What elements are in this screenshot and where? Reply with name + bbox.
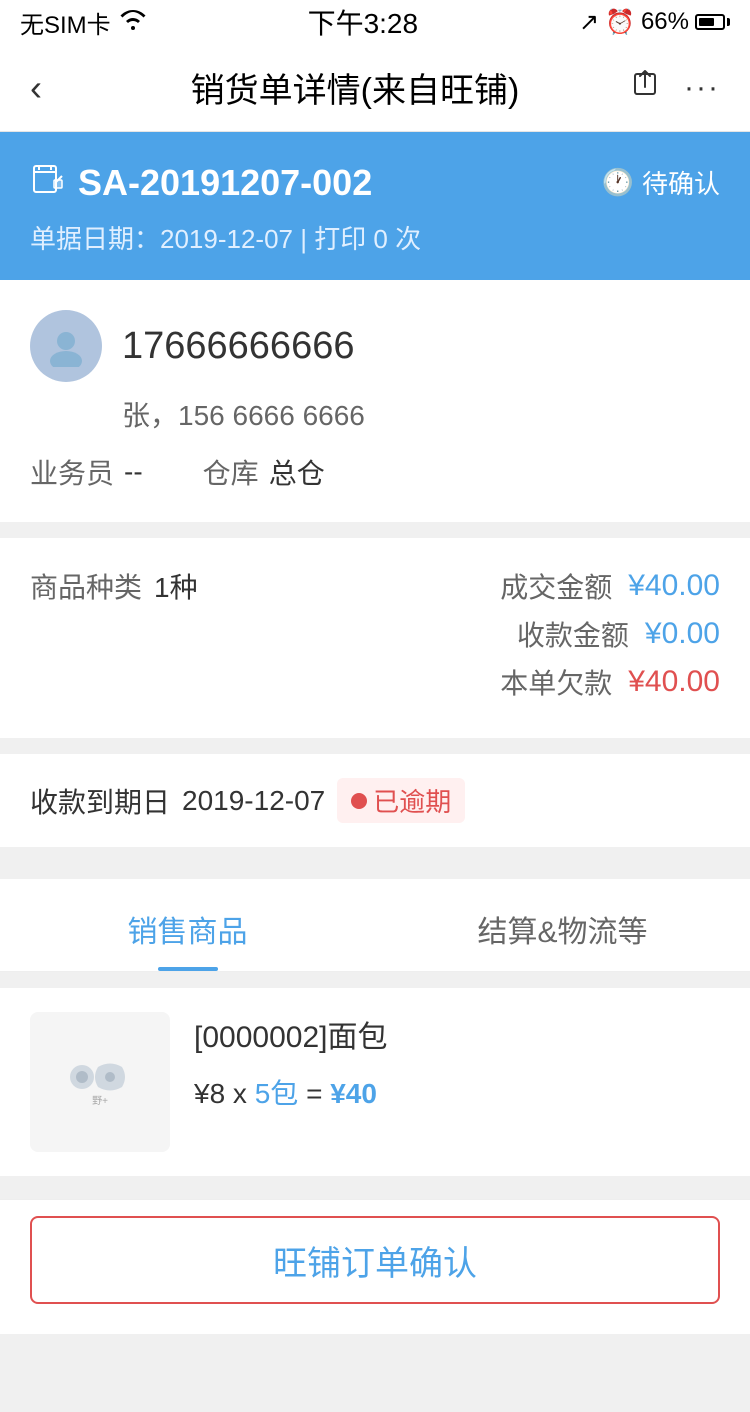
order-header: SA-20191207-002 🕐 待确认 单据日期：2019-12-07 | … (0, 132, 750, 280)
customer-section: 17666666666 张，156 6666 6666 业务员 -- 仓库 总仓 (0, 280, 750, 522)
salesperson-value: -- (124, 456, 143, 488)
svg-text:野+: 野+ (92, 1095, 108, 1107)
product-image: 野+ (30, 1012, 170, 1152)
transaction-value: ¥40.00 (628, 569, 720, 603)
received-row: 收款金额 ¥0.00 (500, 614, 720, 654)
order-status: 🕐 待确认 (602, 164, 720, 201)
battery-percent: 66% (641, 8, 689, 36)
overdue-text: 已逾期 (373, 782, 451, 819)
order-id: SA-20191207-002 (30, 160, 372, 205)
page-title: 销货单详情(来自旺铺) (90, 63, 620, 112)
due-date-label: 收款到期日 (30, 781, 170, 821)
price-total: ¥40 (330, 1078, 377, 1109)
product-types-label: 商品种类 (30, 566, 142, 606)
status-bar: 无SIM卡 下午3:28 ↗ ⏰ 66% (0, 0, 750, 44)
warehouse-label: 仓库 (203, 452, 259, 492)
location-icon: ↗ (579, 8, 599, 37)
product-name: [0000002]面包 (194, 1012, 720, 1056)
warehouse-item: 仓库 总仓 (203, 452, 325, 492)
summary-section: 商品种类 1种 成交金额 ¥40.00 收款金额 ¥0.00 本单欠款 ¥40.… (0, 538, 750, 738)
received-label: 收款金额 (517, 614, 629, 654)
more-icon[interactable]: ··· (684, 71, 720, 105)
salesperson-item: 业务员 -- (30, 452, 143, 492)
received-value: ¥0.00 (645, 617, 720, 651)
carrier-text: 无SIM卡 (20, 5, 111, 40)
nav-bar: ‹ 销货单详情(来自旺铺) ··· (0, 44, 750, 132)
transaction-row: 成交金额 ¥40.00 (500, 566, 720, 606)
order-icon (30, 160, 66, 205)
status-time: 下午3:28 (308, 2, 419, 42)
product-types-value: 1种 (154, 566, 198, 606)
product-types-row: 商品种类 1种 (30, 566, 198, 606)
tab-sales[interactable]: 销售商品 (0, 879, 375, 971)
back-button[interactable]: ‹ (30, 67, 90, 109)
product-price: ¥8 x 5包 = ¥40 (194, 1072, 720, 1112)
transaction-label: 成交金额 (500, 566, 612, 606)
alarm-icon: ⏰ (605, 8, 635, 37)
clock-icon: 🕐 (602, 167, 634, 198)
avatar (30, 310, 102, 382)
share-icon[interactable] (630, 69, 660, 107)
customer-meta: 业务员 -- 仓库 总仓 (30, 452, 720, 492)
confirm-order-button[interactable]: 旺铺订单确认 (30, 1216, 720, 1304)
summary-right: 成交金额 ¥40.00 收款金额 ¥0.00 本单欠款 ¥40.00 (500, 566, 720, 710)
battery-icon (695, 14, 730, 30)
customer-phone: 17666666666 (122, 325, 354, 368)
status-left: 无SIM卡 (20, 5, 147, 40)
overdue-badge: 已逾期 (337, 778, 465, 823)
nav-actions: ··· (620, 69, 720, 107)
salesperson-label: 业务员 (30, 452, 114, 492)
price-base: ¥8 x (194, 1078, 247, 1109)
wifi-icon (119, 8, 147, 37)
price-equals: = (306, 1078, 322, 1109)
summary-left: 商品种类 1种 (30, 566, 198, 606)
order-date: 单据日期：2019-12-07 | 打印 0 次 (30, 219, 720, 256)
due-section: 收款到期日 2019-12-07 已逾期 (0, 754, 750, 847)
product-info: [0000002]面包 ¥8 x 5包 = ¥40 (194, 1012, 720, 1112)
customer-name: 张，156 6666 6666 (30, 394, 720, 434)
product-item: 野+ [0000002]面包 ¥8 x 5包 = ¥40 (0, 988, 750, 1176)
tabs: 销售商品 结算&物流等 (0, 879, 750, 972)
bottom-bar: 旺铺订单确认 (0, 1199, 750, 1334)
balance-row: 本单欠款 ¥40.00 (500, 662, 720, 702)
overdue-dot-icon (351, 793, 367, 809)
warehouse-value: 总仓 (269, 452, 325, 492)
due-date-value: 2019-12-07 (182, 785, 325, 817)
price-quantity: 5包 (255, 1078, 299, 1109)
status-right: ↗ ⏰ 66% (579, 8, 730, 37)
balance-label: 本单欠款 (500, 662, 612, 702)
balance-value: ¥40.00 (628, 665, 720, 699)
tab-settlement[interactable]: 结算&物流等 (375, 879, 750, 971)
